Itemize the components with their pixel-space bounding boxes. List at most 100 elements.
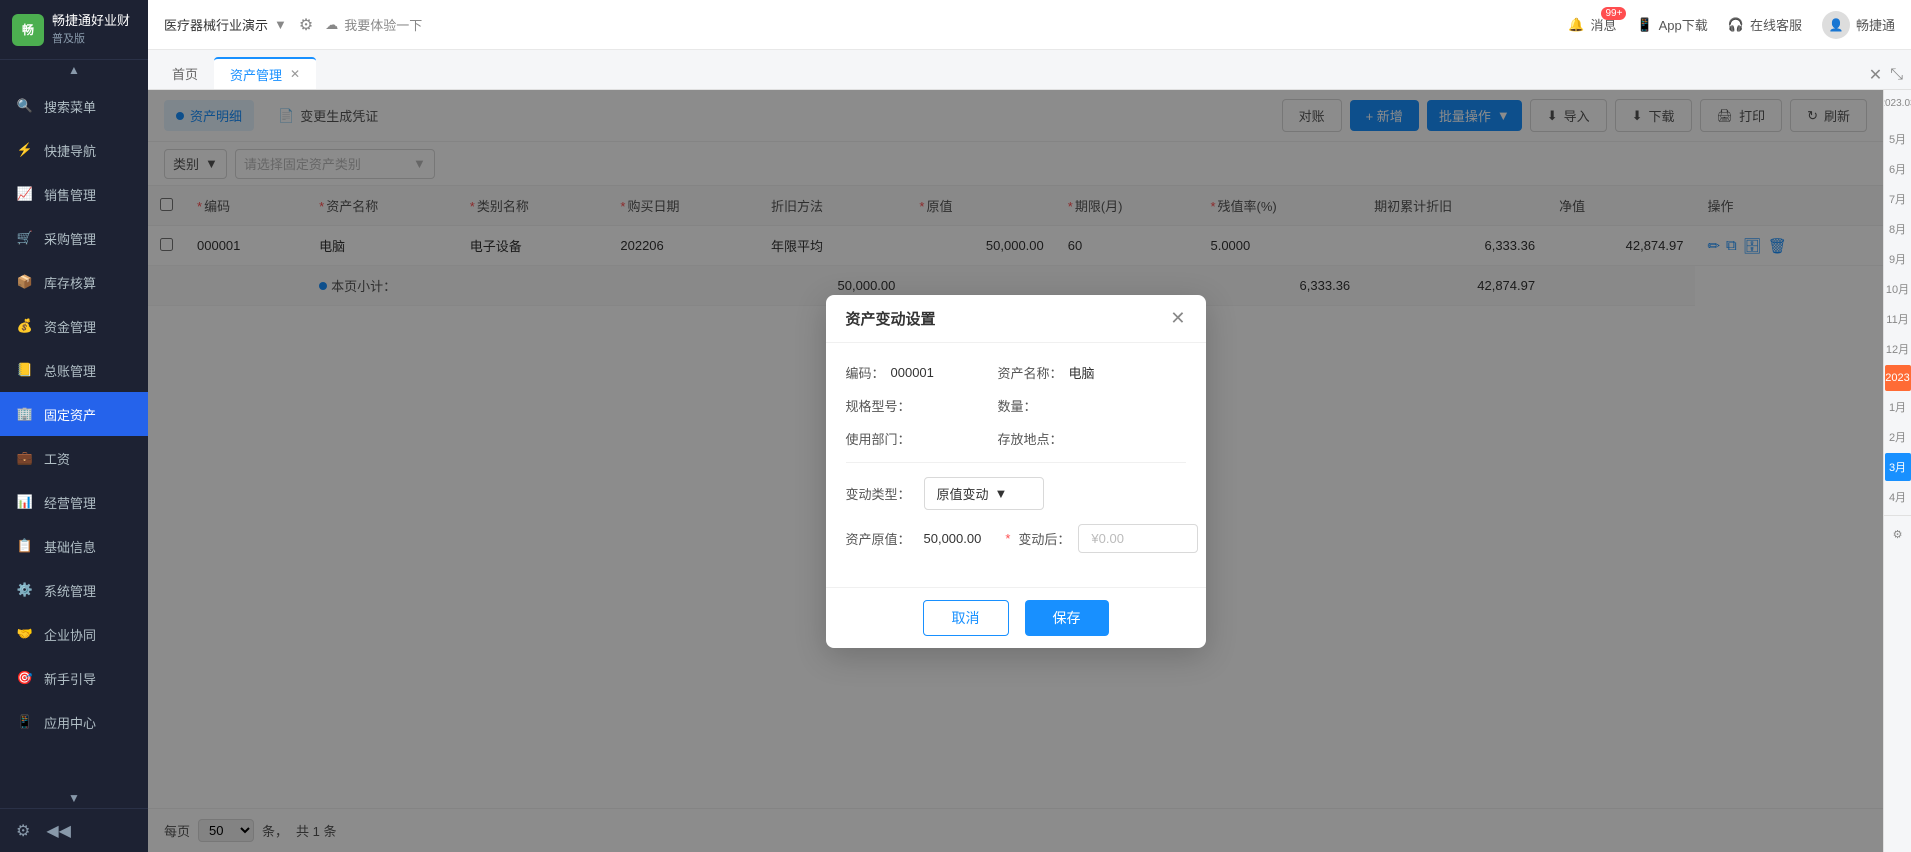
month-12[interactable]: 12月 (1884, 335, 1911, 363)
sidebar-nav: 🔍 搜索菜单 ⚡ 快捷导航 📈 销售管理 🛒 采购管理 📦 库存核算 💰 资金管… (0, 80, 148, 788)
settings-icon[interactable]: ⚙ (16, 821, 30, 841)
headset-icon: 🎧 (1728, 17, 1744, 33)
cooperation-icon: 🤝 (16, 625, 34, 643)
sidebar-item-fund[interactable]: 💰 资金管理 (0, 304, 148, 348)
year-highlight[interactable]: 2023 (1885, 365, 1911, 391)
user-menu[interactable]: 👤 畅捷通 (1822, 11, 1895, 39)
bell-icon: 🔔 (1568, 17, 1584, 33)
month-5[interactable]: 5月 (1884, 125, 1911, 153)
logo-text: 畅捷通好业财 普及版 (52, 13, 130, 46)
sidebar-item-guide[interactable]: 🎯 新手引导 (0, 656, 148, 700)
month-9[interactable]: 9月 (1884, 245, 1911, 273)
after-label: 变动后： (1018, 529, 1070, 548)
sidebar-bottom: ⚙ ◀◀ (0, 808, 148, 852)
cloud-icon: ☁ (325, 17, 338, 33)
modal-close-button[interactable]: ✕ (1170, 308, 1185, 329)
collapse-icon[interactable]: ◀◀ (46, 821, 71, 841)
tab-close-icon[interactable]: ✕ (290, 67, 300, 81)
topbar: 医疗器械行业演示 ▼ ⚙ ☁ 我要体验一下 🔔 消息 99+ 📱 App下载 🎧… (148, 0, 1911, 50)
asset-name-field: 资产名称： 电脑 (998, 363, 1138, 382)
avatar: 👤 (1822, 11, 1850, 39)
download-icon: 📱 (1636, 17, 1652, 33)
location-field: 存放地点： (998, 429, 1138, 448)
sidebar-scroll-down[interactable]: ▼ (0, 788, 148, 808)
modal-row-1: 编码： 000001 资产名称： 电脑 (846, 363, 1186, 382)
company-selector[interactable]: 医疗器械行业演示 ▼ (164, 15, 287, 34)
content-area: 资产明细 📄 变更生成凭证 对账 + 新增 批量操作 ▼ ⬇ 导入 (148, 90, 1883, 852)
window-maximize-icon[interactable]: ⤡ (1890, 66, 1903, 84)
notification-button[interactable]: 🔔 消息 99+ (1568, 15, 1616, 34)
tab-home[interactable]: 首页 (156, 57, 214, 89)
month-2[interactable]: 2月 (1884, 423, 1911, 451)
modal-title: 资产变动设置 (846, 308, 936, 329)
change-type-row: 变动类型： 原值变动 ▼ (846, 477, 1186, 510)
sidebar-item-business[interactable]: 📊 经营管理 (0, 480, 148, 524)
window-close-icon[interactable]: ✕ (1869, 65, 1882, 85)
purchase-icon: 🛒 (16, 229, 34, 247)
save-button[interactable]: 保存 (1025, 600, 1109, 636)
company-dropdown-icon: ▼ (274, 17, 287, 32)
sidebar-item-sales[interactable]: 📈 销售管理 (0, 172, 148, 216)
month-6[interactable]: 6月 (1884, 155, 1911, 183)
sidebar-item-basic-info[interactable]: 📋 基础信息 (0, 524, 148, 568)
modal-footer: 取消 保存 (826, 587, 1206, 648)
asset-value-row: 资产原值： 50,000.00 * 变动后： (846, 524, 1186, 553)
sidebar-item-app-center[interactable]: 📱 应用中心 (0, 700, 148, 744)
month-7[interactable]: 7月 (1884, 185, 1911, 213)
asset-value-display: 50,000.00 (924, 531, 982, 546)
sidebar-item-quick-nav[interactable]: ⚡ 快捷导航 (0, 128, 148, 172)
guide-icon: 🎯 (16, 669, 34, 687)
after-value-input[interactable] (1078, 524, 1198, 553)
sidebar-item-cooperation[interactable]: 🤝 企业协同 (0, 612, 148, 656)
cancel-button[interactable]: 取消 (923, 600, 1009, 636)
month-3[interactable]: 3月 (1885, 453, 1911, 481)
settings-gear-icon[interactable]: ⚙ (299, 15, 313, 35)
system-icon: ⚙️ (16, 581, 34, 599)
salary-icon: 💼 (16, 449, 34, 467)
topbar-right: 🔔 消息 99+ 📱 App下载 🎧 在线客服 👤 畅捷通 (1568, 11, 1895, 39)
asset-value-label: 资产原值： (846, 529, 916, 548)
app-download-button[interactable]: 📱 App下载 (1636, 15, 1707, 34)
sidebar-item-system[interactable]: ⚙️ 系统管理 (0, 568, 148, 612)
content-wrapper: 资产明细 📄 变更生成凭证 对账 + 新增 批量操作 ▼ ⬇ 导入 (148, 90, 1911, 852)
code-field: 编码： 000001 (846, 363, 986, 382)
sidebar-item-ledger[interactable]: 📒 总账管理 (0, 348, 148, 392)
sidebar: 畅 畅捷通好业财 普及版 ▲ 🔍 搜索菜单 ⚡ 快捷导航 📈 销售管理 🛒 采购… (0, 0, 148, 852)
change-type-select[interactable]: 原值变动 ▼ (924, 477, 1044, 510)
sidebar-item-salary[interactable]: 💼 工资 (0, 436, 148, 480)
month-4[interactable]: 4月 (1884, 483, 1911, 511)
sidebar-scroll-up[interactable]: ▲ (0, 60, 148, 80)
fixed-assets-icon: 🏢 (16, 405, 34, 423)
mini-settings[interactable]: ⚙ (1884, 520, 1911, 548)
month-11[interactable]: 11月 (1884, 305, 1911, 333)
window-controls: ✕ ⤡ (1869, 65, 1903, 89)
ledger-icon: 📒 (16, 361, 34, 379)
month-10[interactable]: 10月 (1884, 275, 1911, 303)
mini-divider (1884, 515, 1911, 516)
sidebar-item-purchase[interactable]: 🛒 采购管理 (0, 216, 148, 260)
basic-info-icon: 📋 (16, 537, 34, 555)
month-8[interactable]: 8月 (1884, 215, 1911, 243)
sidebar-item-search[interactable]: 🔍 搜索菜单 (0, 84, 148, 128)
current-date-display: 2023.03 (1883, 94, 1911, 113)
inventory-icon: 📦 (16, 273, 34, 291)
logo-icon: 畅 (12, 14, 44, 46)
spacer (1897, 115, 1899, 123)
change-type-input-wrap: 原值变动 ▼ (924, 477, 1186, 510)
sidebar-item-inventory[interactable]: 📦 库存核算 (0, 260, 148, 304)
sidebar-item-fixed-assets[interactable]: 🏢 固定资产 (0, 392, 148, 436)
modal-row-2: 规格型号： 数量： (846, 396, 1186, 415)
right-mini-panel: 2023.03 5月 6月 7月 8月 9月 10月 11月 12月 2023 … (1883, 90, 1911, 852)
business-icon: 📊 (16, 493, 34, 511)
customer-service-button[interactable]: 🎧 在线客服 (1728, 15, 1802, 34)
change-type-dropdown-icon: ▼ (995, 486, 1008, 501)
main-area: 医疗器械行业演示 ▼ ⚙ ☁ 我要体验一下 🔔 消息 99+ 📱 App下载 🎧… (148, 0, 1911, 852)
experience-button[interactable]: ☁ 我要体验一下 (325, 15, 422, 34)
month-1[interactable]: 1月 (1884, 393, 1911, 421)
quick-nav-icon: ⚡ (16, 141, 34, 159)
app-center-icon: 📱 (16, 713, 34, 731)
tab-bar: 首页 资产管理 ✕ ✕ ⤡ (148, 50, 1911, 90)
modal-body: 编码： 000001 资产名称： 电脑 规格型号： (826, 343, 1206, 587)
tab-asset-management[interactable]: 资产管理 ✕ (214, 57, 316, 89)
modal-row-3: 使用部门： 存放地点： (846, 429, 1186, 448)
